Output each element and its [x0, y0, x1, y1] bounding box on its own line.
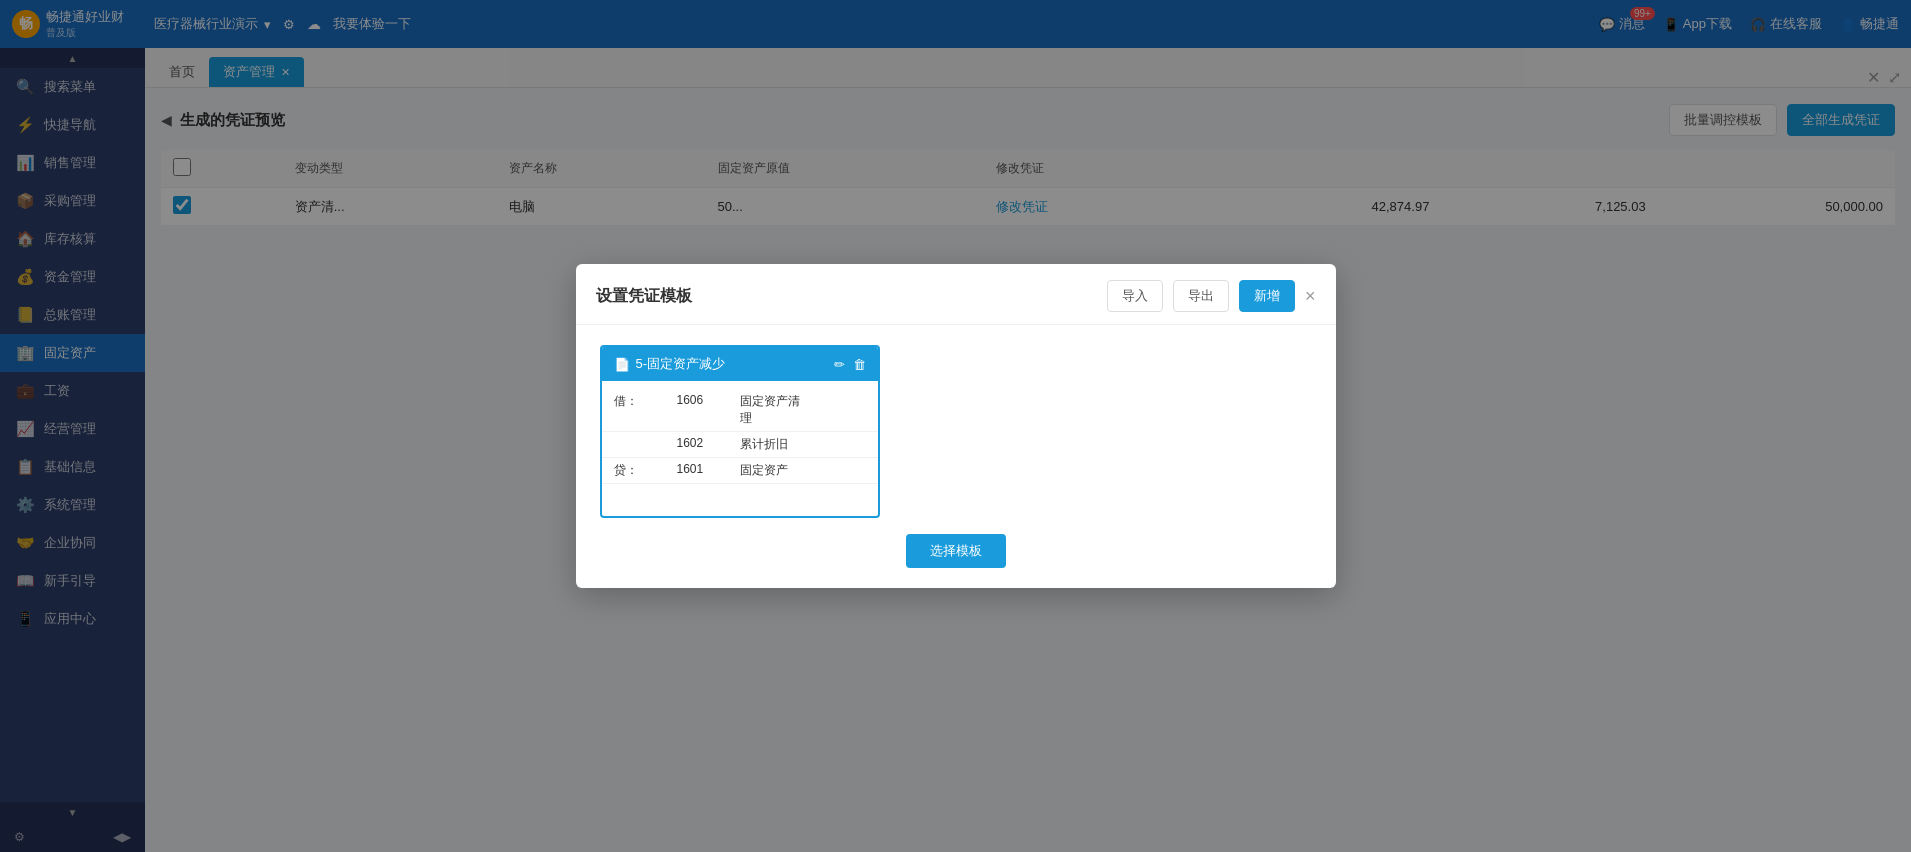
entry1-account: 固定资产清理	[740, 393, 803, 427]
modal-new-btn[interactable]: 新增	[1239, 280, 1295, 312]
entry3-col4	[803, 462, 866, 479]
modal-dialog: 设置凭证模板 导入 导出 新增 × 📄 5-固定资产减少 ✏ 🗑	[576, 264, 1336, 588]
modal-export-btn[interactable]: 导出	[1173, 280, 1229, 312]
choose-template-btn[interactable]: 选择模板	[906, 534, 1006, 568]
modal-body: 📄 5-固定资产减少 ✏ 🗑 借： 1606 固定资产清理	[576, 325, 1336, 588]
entry1-col4	[803, 393, 866, 427]
template-card-header-left: 📄 5-固定资产减少	[614, 355, 726, 373]
template-edit-icon[interactable]: ✏	[834, 357, 845, 372]
modal-toolbar: 导入 导出 新增 ×	[1107, 280, 1316, 312]
template-name: 5-固定资产减少	[636, 355, 726, 373]
entry3-account: 固定资产	[740, 462, 803, 479]
modal-header: 设置凭证模板 导入 导出 新增 ×	[576, 264, 1336, 325]
template-entry-2: 1602 累计折旧	[602, 432, 878, 458]
entry1-code: 1606	[677, 393, 740, 427]
template-delete-icon[interactable]: 🗑	[853, 357, 866, 372]
modal-overlay[interactable]: 设置凭证模板 导入 导出 新增 × 📄 5-固定资产减少 ✏ 🗑	[0, 0, 1911, 852]
template-entry-3: 贷： 1601 固定资产	[602, 458, 878, 484]
entry2-account: 累计折旧	[740, 436, 803, 453]
modal-title: 设置凭证模板	[596, 286, 692, 307]
entry2-col4	[803, 436, 866, 453]
template-card-actions: ✏ 🗑	[834, 357, 866, 372]
entry1-direction: 借：	[614, 393, 677, 427]
modal-close-btn[interactable]: ×	[1305, 286, 1316, 307]
entry2-direction	[614, 436, 677, 453]
entry3-direction: 贷：	[614, 462, 677, 479]
entry3-code: 1601	[677, 462, 740, 479]
template-card: 📄 5-固定资产减少 ✏ 🗑 借： 1606 固定资产清理	[600, 345, 880, 518]
template-doc-icon: 📄	[614, 357, 630, 372]
template-card-body: 借： 1606 固定资产清理 1602 累计折旧 贷： 1601	[602, 381, 878, 516]
template-entry-4	[602, 484, 878, 508]
template-entry-1: 借： 1606 固定资产清理	[602, 389, 878, 432]
template-card-header: 📄 5-固定资产减少 ✏ 🗑	[602, 347, 878, 381]
entry2-code: 1602	[677, 436, 740, 453]
modal-import-btn[interactable]: 导入	[1107, 280, 1163, 312]
